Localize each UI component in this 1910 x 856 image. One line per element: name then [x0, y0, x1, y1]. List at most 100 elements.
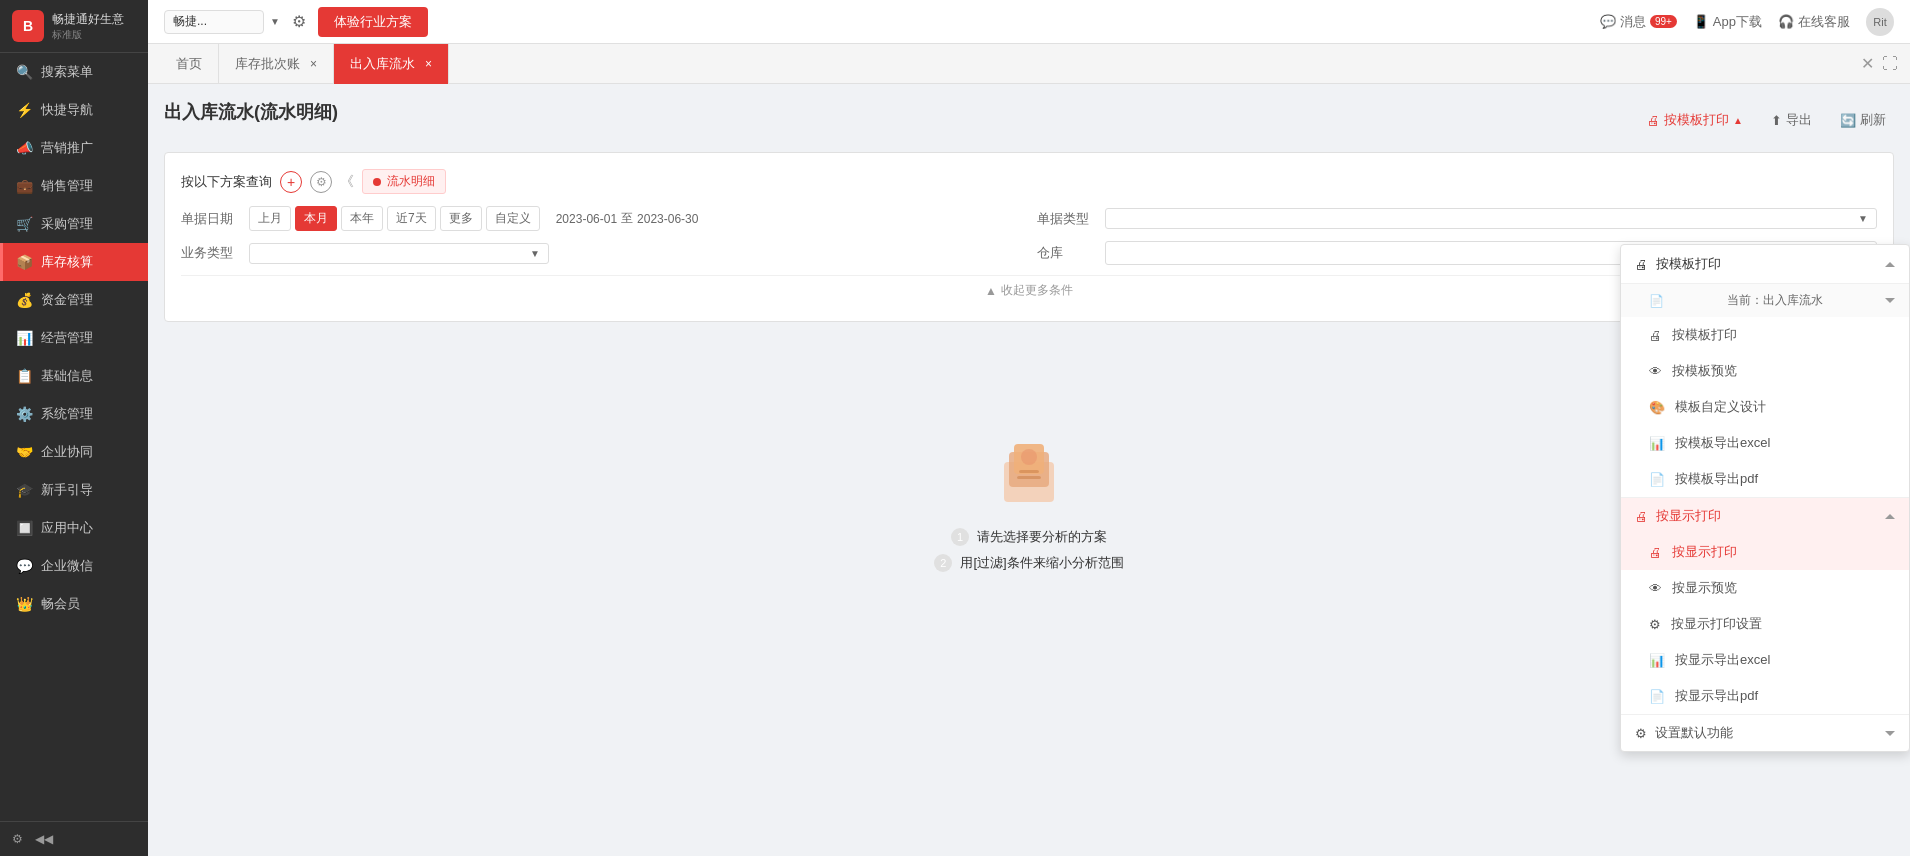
app-edition: 标准版: [52, 28, 124, 42]
appcenter-icon: 🔲: [15, 519, 33, 537]
filter-doctype-select[interactable]: ▼: [1105, 208, 1877, 229]
current-item-icon: 📄: [1649, 294, 1664, 308]
step-num-1: 1: [951, 528, 969, 546]
date-btn-thisyear[interactable]: 本年: [341, 206, 383, 231]
date-btn-lastmonth[interactable]: 上月: [249, 206, 291, 231]
tab-inventory-batch-close[interactable]: ×: [310, 57, 317, 71]
tab-flow[interactable]: 出入库流水 ×: [334, 44, 449, 84]
template-pdf-label: 按模板导出pdf: [1675, 470, 1758, 488]
date-btn-7days[interactable]: 近7天: [387, 206, 436, 231]
dropdown-default-settings[interactable]: ⚙ 设置默认功能: [1621, 715, 1909, 751]
industry-btn[interactable]: 体验行业方案: [318, 7, 428, 37]
tab-expand-icon[interactable]: ⛶: [1882, 55, 1898, 73]
date-btn-thismonth[interactable]: 本月: [295, 206, 337, 231]
date-btn-custom[interactable]: 自定义: [486, 206, 540, 231]
quicknav-icon: ⚡: [15, 101, 33, 119]
dropdown-header[interactable]: 🖨 按模板打印: [1621, 245, 1909, 284]
tab-close-all-icon[interactable]: ✕: [1861, 54, 1874, 73]
sidebar-item-inventory[interactable]: 📦 库存核算: [0, 243, 148, 281]
empty-step-1: 1 请先选择要分析的方案: [951, 528, 1107, 546]
app-download-btn[interactable]: 📱 App下载: [1693, 13, 1762, 31]
filter-date-label: 单据日期: [181, 210, 241, 228]
user-avatar[interactable]: Rit: [1866, 8, 1894, 36]
mobile-icon: 📱: [1693, 14, 1709, 29]
tab-flow-close[interactable]: ×: [425, 57, 432, 71]
tab-inventory-batch[interactable]: 库存批次账 ×: [219, 44, 334, 84]
sidebar-item-member[interactable]: 👑 畅会员: [0, 585, 148, 623]
refresh-label: 刷新: [1860, 111, 1886, 129]
empty-step1-text: 请先选择要分析的方案: [977, 528, 1107, 546]
topbar-search-input[interactable]: [164, 10, 264, 34]
topbar-dropdown-btn[interactable]: ▼: [270, 16, 280, 27]
dropdown-item-display-print[interactable]: 🖨 按显示打印: [1621, 534, 1909, 570]
sidebar-item-quicknav[interactable]: ⚡ 快捷导航: [0, 91, 148, 129]
message-btn[interactable]: 💬 消息 99+: [1600, 13, 1677, 31]
dropdown-item-display-settings[interactable]: ⚙ 按显示打印设置: [1621, 606, 1909, 642]
dropdown-item-display-preview[interactable]: 👁 按显示预览: [1621, 570, 1909, 606]
dropdown-item-template-print[interactable]: 🖨 按模板打印: [1621, 317, 1909, 353]
sidebar-item-system[interactable]: ⚙️ 系统管理: [0, 395, 148, 433]
sidebar-item-sales[interactable]: 💼 销售管理: [0, 167, 148, 205]
filter-collapse-btn[interactable]: 《: [340, 173, 354, 191]
topbar-gear-icon[interactable]: ⚙: [292, 12, 306, 31]
print-template-btn[interactable]: 🖨 按模板打印 ▲: [1639, 107, 1751, 133]
sidebar-item-purchase[interactable]: 🛒 采购管理: [0, 205, 148, 243]
template-excel-label: 按模板导出excel: [1675, 434, 1770, 452]
main-area: ▼ ⚙ 体验行业方案 💬 消息 99+ 📱 App下载 🎧 在线客服 Rit: [148, 0, 1910, 856]
filter-settings-btn[interactable]: ⚙: [310, 171, 332, 193]
message-icon: 💬: [1600, 14, 1616, 29]
sidebar-item-guide[interactable]: 🎓 新手引导: [0, 471, 148, 509]
svg-rect-4: [1019, 470, 1039, 473]
filter-header: 按以下方案查询 + ⚙ 《 流水明细: [181, 169, 1877, 194]
tab-home[interactable]: 首页: [160, 44, 219, 84]
search-icon: 🔍: [15, 63, 33, 81]
biztype-dropdown-icon: ▼: [530, 248, 540, 259]
export-label: 导出: [1786, 111, 1812, 129]
template-custom-label: 模板自定义设计: [1675, 398, 1766, 416]
app-name: 畅捷通好生意: [52, 11, 124, 28]
sidebar-logo: B 畅捷通好生意 标准版: [0, 0, 148, 53]
dropdown-item-template-pdf[interactable]: 📄 按模板导出pdf: [1621, 461, 1909, 497]
chevron-up-icon: ▲: [985, 284, 997, 298]
topbar-right: 💬 消息 99+ 📱 App下载 🎧 在线客服 Rit: [1600, 8, 1894, 36]
sidebar-settings-btn[interactable]: ⚙: [12, 832, 23, 846]
filter-tag[interactable]: 流水明细: [362, 169, 446, 194]
dropdown-item-display-excel[interactable]: 📊 按显示导出excel: [1621, 642, 1909, 678]
sidebar-label-marketing: 营销推广: [41, 139, 93, 157]
display-pdf-icon: 📄: [1649, 689, 1665, 704]
sidebar-item-marketing[interactable]: 📣 营销推广: [0, 129, 148, 167]
sidebar-label-weixin: 企业微信: [41, 557, 93, 575]
template-custom-icon: 🎨: [1649, 400, 1665, 415]
default-settings-section: ⚙ 设置默认功能: [1621, 714, 1909, 751]
sidebar-collapse-btn[interactable]: ◀◀: [35, 832, 53, 846]
sidebar-item-basic[interactable]: 📋 基础信息: [0, 357, 148, 395]
sidebar-item-search[interactable]: 🔍 搜索菜单: [0, 53, 148, 91]
filter-biztype-item: 业务类型 ▼: [181, 243, 1021, 264]
refresh-btn[interactable]: 🔄 刷新: [1832, 107, 1894, 133]
filter-biztype-select[interactable]: ▼: [249, 243, 549, 264]
tab-flow-label: 出入库流水: [350, 55, 415, 73]
online-service-btn[interactable]: 🎧 在线客服: [1778, 13, 1850, 31]
print-header-icon: 🖨: [1635, 257, 1648, 272]
chevron-down-icon: ▼: [270, 16, 280, 27]
sidebar-item-operation[interactable]: 📊 经营管理: [0, 319, 148, 357]
sidebar-item-weixin[interactable]: 💬 企业微信: [0, 547, 148, 585]
dropdown-item-template-custom[interactable]: 🎨 模板自定义设计: [1621, 389, 1909, 425]
dropdown-item-display-pdf[interactable]: 📄 按显示导出pdf: [1621, 678, 1909, 714]
sidebar-item-enterprise[interactable]: 🤝 企业协同: [0, 433, 148, 471]
dropdown-current-item[interactable]: 📄 当前：出入库流水: [1621, 284, 1909, 317]
sidebar-item-finance[interactable]: 💰 资金管理: [0, 281, 148, 319]
dropdown-item-template-preview[interactable]: 👁 按模板预览: [1621, 353, 1909, 389]
sidebar-item-appcenter[interactable]: 🔲 应用中心: [0, 509, 148, 547]
user-name: Rit: [1873, 16, 1886, 28]
dropdown-display-header[interactable]: 🖨 按显示打印: [1621, 498, 1909, 534]
online-service-label: 在线客服: [1798, 13, 1850, 31]
tabs-bar: 首页 库存批次账 × 出入库流水 × ✕ ⛶: [148, 44, 1910, 84]
export-btn[interactable]: ⬆ 导出: [1763, 107, 1820, 133]
tab-home-label: 首页: [176, 55, 202, 73]
display-excel-icon: 📊: [1649, 653, 1665, 668]
dropdown-item-template-excel[interactable]: 📊 按模板导出excel: [1621, 425, 1909, 461]
display-print-icon: 🖨: [1649, 545, 1662, 560]
filter-add-btn[interactable]: +: [280, 171, 302, 193]
date-btn-more[interactable]: 更多: [440, 206, 482, 231]
